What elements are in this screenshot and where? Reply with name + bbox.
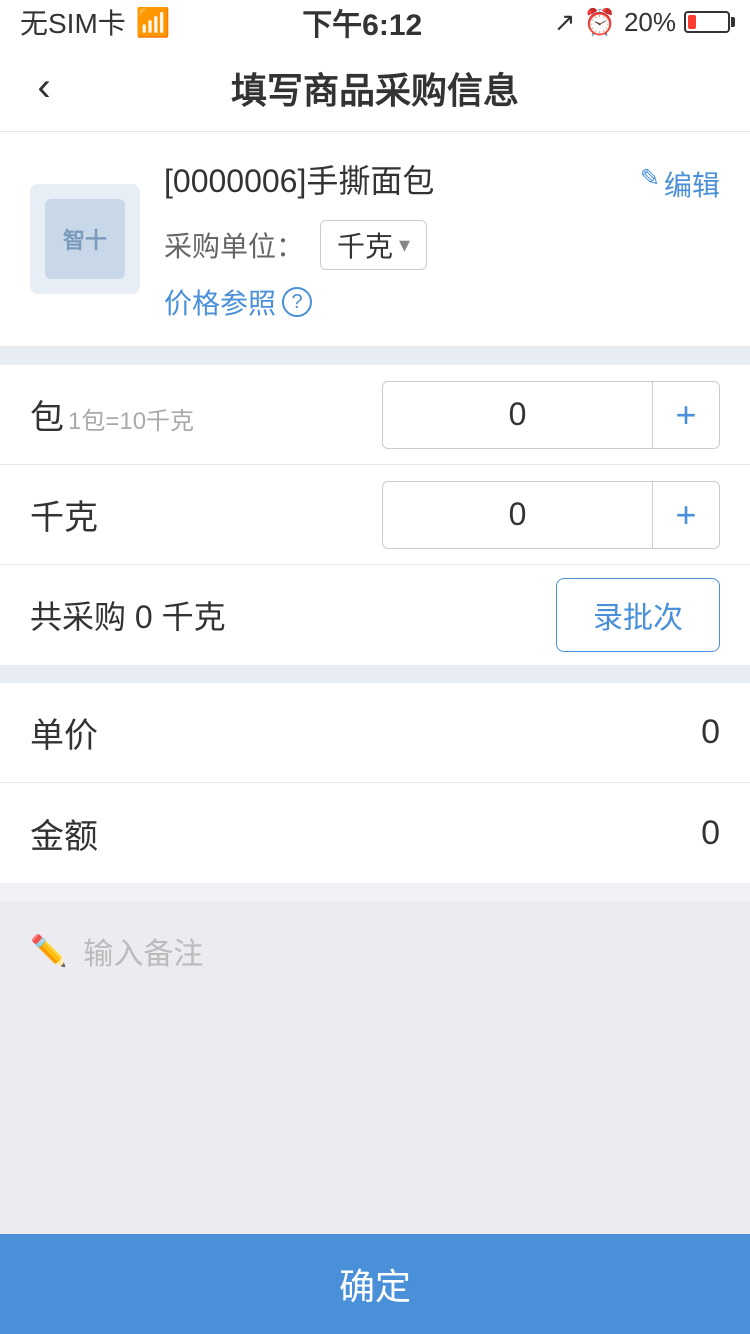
unit-price-value: 0	[701, 713, 720, 752]
status-bar: 无SIM卡 📶 下午6:12 ↗ ⏰ 20%	[0, 0, 750, 44]
quantity-section: 包1包=10千克 + 千克 +	[0, 365, 750, 565]
amount-row: 金额 0	[0, 783, 750, 883]
unit-dropdown[interactable]: 千克 ▾	[320, 220, 427, 270]
product-info: [0000006]手撕面包 采购单位： 千克 ▾ 价格参照 ?	[164, 156, 616, 322]
section-separator-1	[0, 347, 750, 365]
battery-icon	[684, 11, 730, 33]
battery-percent: 20%	[624, 7, 676, 38]
product-name: [0000006]手撕面包	[164, 156, 616, 202]
notes-placeholder: 输入备注	[83, 929, 203, 973]
product-card: 智十 [0000006]手撕面包 采购单位： 千克 ▾ 价格参照 ? ✎ 编辑	[0, 132, 750, 347]
amount-value: 0	[701, 814, 720, 853]
unit-price-label: 单价	[30, 708, 98, 757]
product-unit-row: 采购单位： 千克 ▾	[164, 220, 616, 270]
kg-input-right: +	[130, 481, 720, 549]
confirm-button[interactable]: 确定	[0, 1234, 750, 1334]
status-right: ↗ ⏰ 20%	[554, 7, 730, 38]
notes-section[interactable]: ✏️ 输入备注	[0, 901, 750, 1001]
location-icon: ↗	[554, 7, 576, 38]
product-right: ✎ 编辑	[640, 156, 720, 204]
kg-quantity-input[interactable]	[382, 481, 652, 549]
bao-label: 包1包=10千克	[30, 390, 194, 439]
kg-label: 千克	[30, 490, 110, 539]
dropdown-arrow-icon: ▾	[399, 232, 410, 258]
kg-input-row: 千克 +	[0, 465, 750, 565]
unit-price-row: 单价 0	[0, 683, 750, 783]
bao-plus-button[interactable]: +	[652, 381, 720, 449]
amount-label: 金额	[30, 809, 98, 858]
nav-bar: ‹ 填写商品采购信息	[0, 44, 750, 132]
kg-plus-button[interactable]: +	[652, 481, 720, 549]
back-button[interactable]: ‹	[0, 44, 88, 132]
bao-sublabel: 1包=10千克	[68, 408, 194, 435]
price-ref-label: 价格参照	[164, 282, 276, 322]
status-time: 下午6:12	[302, 0, 422, 44]
product-image-inner: 智十	[45, 199, 125, 279]
edit-button[interactable]: ✎ 编辑	[640, 160, 720, 204]
product-image: 智十	[30, 184, 140, 294]
page-title: 填写商品采购信息	[231, 62, 519, 114]
wifi-icon: 📶	[136, 6, 171, 39]
bao-input-right: +	[214, 381, 720, 449]
bao-quantity-input[interactable]	[382, 381, 652, 449]
price-ref-info-icon: ?	[282, 287, 312, 317]
status-left: 无SIM卡 📶	[20, 2, 171, 42]
record-batch-button[interactable]: 录批次	[556, 578, 720, 652]
edit-label: 编辑	[664, 164, 720, 204]
bao-input-row: 包1包=10千克 +	[0, 365, 750, 465]
edit-icon: ✎	[640, 164, 660, 193]
pencil-icon: ✏️	[30, 934, 67, 969]
total-text: 共采购 0 千克	[30, 592, 226, 638]
unit-value: 千克	[337, 225, 393, 265]
section-separator-2	[0, 665, 750, 683]
price-section: 单价 0 金额 0	[0, 683, 750, 883]
alarm-icon: ⏰	[584, 7, 616, 38]
price-reference-link[interactable]: 价格参照 ?	[164, 282, 616, 322]
total-row: 共采购 0 千克 录批次	[0, 565, 750, 665]
carrier-text: 无SIM卡	[20, 2, 126, 42]
unit-label: 采购单位：	[164, 225, 304, 265]
